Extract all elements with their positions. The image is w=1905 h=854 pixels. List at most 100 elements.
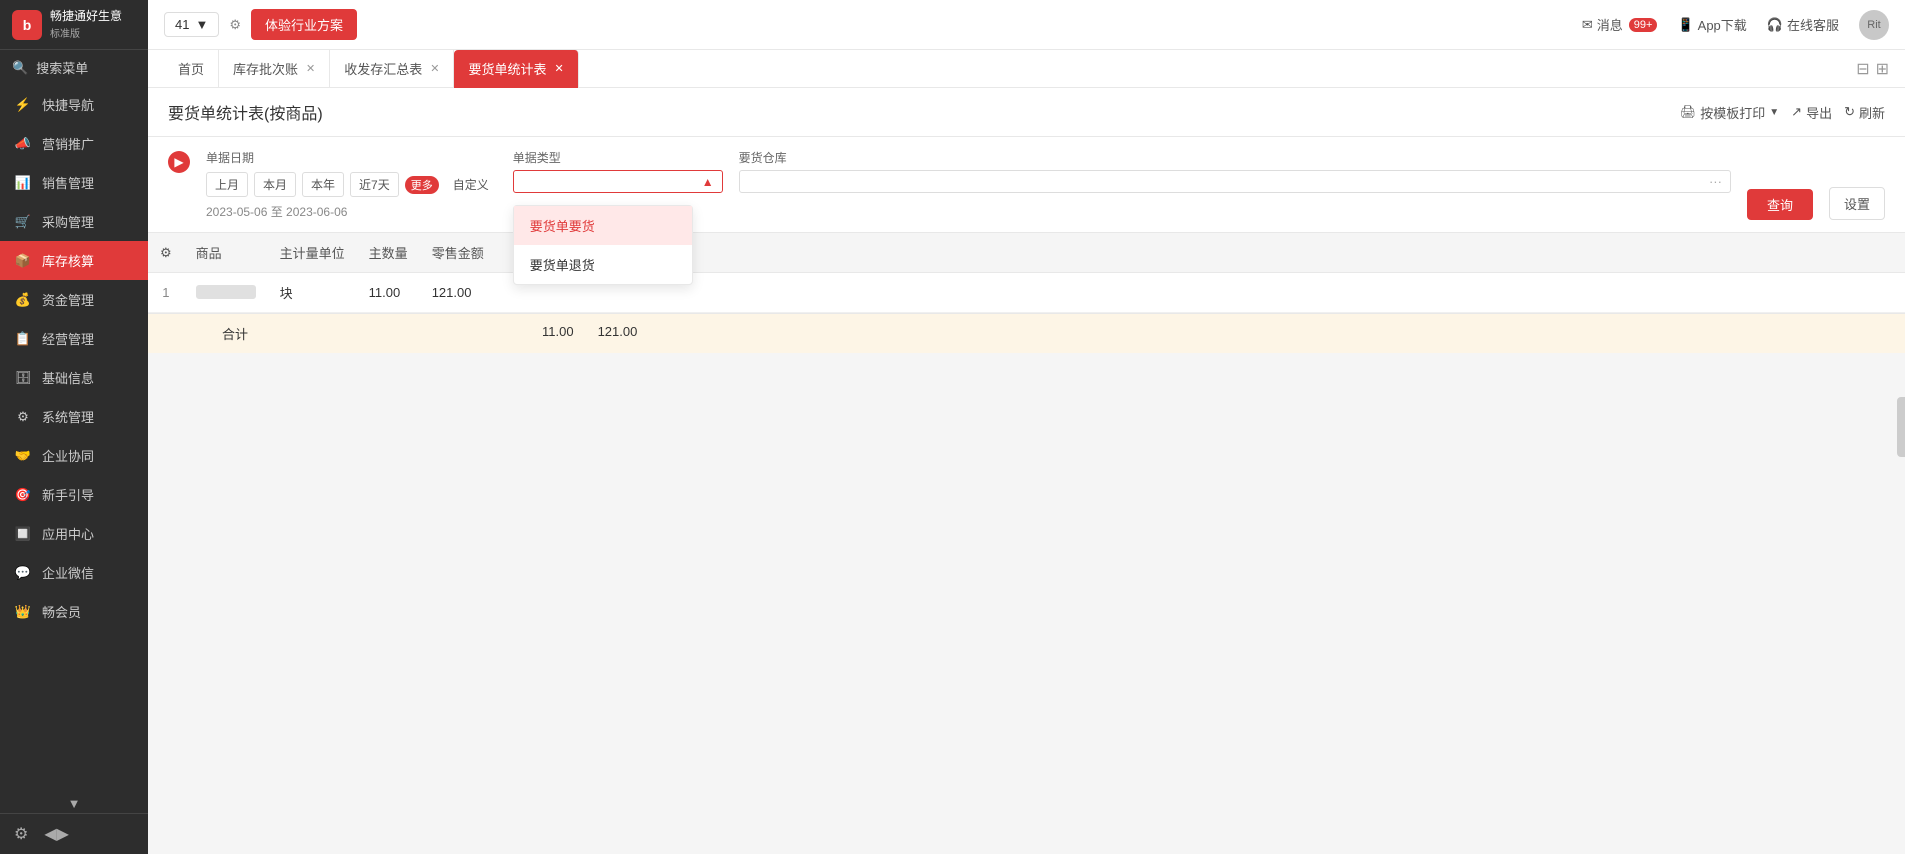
message-label: 消息 [1597, 15, 1623, 34]
tab-batch-account-close[interactable]: ✕ [306, 62, 315, 75]
tab-home[interactable]: 首页 [164, 50, 219, 88]
app-download-label: App下载 [1698, 15, 1747, 34]
tab-receive-summary-close[interactable]: ✕ [430, 62, 439, 75]
print-icon: 🖨 [1680, 104, 1697, 120]
tab-requisition-stats[interactable]: 要货单统计表 ✕ [454, 50, 578, 88]
sidebar-item-quick-nav[interactable]: ⚡ 快捷导航 [0, 85, 148, 124]
sidebar-item-finance[interactable]: 💰 资金管理 [0, 280, 148, 319]
cell-row-num: 1 [148, 273, 184, 313]
sidebar-item-label: 资金管理 [42, 290, 94, 309]
filter-warehouse-input[interactable] [748, 174, 1709, 189]
dropdown-item-1[interactable]: 要货单退货 [514, 245, 692, 284]
filter-expand-button[interactable]: ▶ [168, 151, 190, 173]
filter-type-input-wrap[interactable]: ▲ [513, 170, 723, 193]
print-dropdown-icon: ▼ [1769, 107, 1779, 118]
col-settings[interactable]: ⚙ [148, 233, 184, 273]
table-header: ⚙ 商品 主计量单位 主数量 零售金额 [148, 233, 1905, 273]
filter-this-month[interactable]: 本月 [254, 172, 296, 197]
sidebar-item-purchase[interactable]: 🛒 采购管理 [0, 202, 148, 241]
tabs-actions: ⊟ ⊞ [1856, 59, 1889, 79]
filter-custom-btn[interactable]: 自定义 [445, 173, 497, 196]
col-amount: 零售金额 [420, 233, 496, 273]
print-button[interactable]: 🖨 按模板打印 ▼ [1680, 103, 1779, 122]
sidebar-item-app-center[interactable]: 🔲 应用中心 [0, 514, 148, 553]
dropdown-item-0[interactable]: 要货单要货 [514, 206, 692, 245]
online-service-item[interactable]: 🎧 在线客服 [1767, 15, 1839, 34]
finance-icon: 💰 [14, 291, 32, 309]
refresh-icon: ↻ [1844, 104, 1855, 120]
footer-unit [410, 324, 530, 343]
app-download-item[interactable]: 📱 App下载 [1677, 15, 1746, 34]
logo-icon: b [12, 10, 42, 40]
filter-last-month[interactable]: 上月 [206, 172, 248, 197]
tabs-minimize-icon[interactable]: ⊟ [1856, 59, 1869, 79]
sidebar-item-marketing[interactable]: 📣 营销推广 [0, 124, 148, 163]
cell-extra [496, 273, 1905, 313]
sidebar-nav: ⚡ 快捷导航 📣 营销推广 📊 销售管理 🛒 采购管理 📦 库存核算 💰 资金管… [0, 85, 148, 793]
filter-date-range: 2023-05-06 至 2023-06-06 [206, 203, 497, 220]
user-avatar[interactable]: Rit [1859, 10, 1889, 40]
tab-receive-summary[interactable]: 收发存汇总表 ✕ [330, 50, 454, 88]
dropdown-item-label: 要货单要货 [530, 219, 595, 234]
sidebar-item-label: 畅会员 [42, 602, 81, 621]
filter-warehouse-group: 要货仓库 ··· [739, 149, 1731, 193]
footer-label: 合计 [210, 324, 410, 343]
page-header: 要货单统计表(按商品) 🖨 按模板打印 ▼ ↗ 导出 ↻ 刷新 [148, 88, 1905, 137]
export-icon: ↗ [1791, 104, 1802, 120]
sidebar-item-enterprise[interactable]: 🤝 企业协同 [0, 436, 148, 475]
sidebar-item-label: 企业微信 [42, 563, 94, 582]
message-icon: ✉ [1582, 17, 1593, 33]
right-scroll-handle[interactable] [1897, 397, 1905, 457]
store-selector[interactable]: 41 ▼ [164, 12, 219, 37]
col-quantity: 主数量 [357, 233, 420, 273]
sidebar-item-label: 应用中心 [42, 524, 94, 543]
settings-icon-header[interactable]: ⚙ [229, 17, 241, 33]
col-extra [496, 233, 1905, 273]
basic-info-icon: 🗄 [14, 369, 32, 387]
tabs-expand-icon[interactable]: ⊞ [1876, 59, 1889, 79]
collapse-icon[interactable]: ◀▶ [44, 824, 69, 844]
filter-this-year[interactable]: 本年 [302, 172, 344, 197]
search-menu[interactable]: 🔍 搜索菜单 [0, 50, 148, 85]
query-button[interactable]: 查询 [1747, 189, 1813, 220]
cell-product [184, 273, 268, 313]
trial-button[interactable]: 体验行业方案 [251, 9, 357, 40]
tab-batch-account[interactable]: 库存批次账 ✕ [219, 50, 330, 88]
sidebar-item-basic-info[interactable]: 🗄 基础信息 [0, 358, 148, 397]
sidebar-item-label: 基础信息 [42, 368, 94, 387]
settings-bottom-icon[interactable]: ⚙ [14, 824, 28, 844]
export-button[interactable]: ↗ 导出 [1791, 103, 1832, 122]
sidebar-scroll-down[interactable]: ▼ [0, 793, 148, 813]
marketing-icon: 📣 [14, 135, 32, 153]
filter-warehouse-input-wrap[interactable]: ··· [739, 170, 1731, 193]
sidebar-item-guide[interactable]: 🎯 新手引导 [0, 475, 148, 514]
sidebar-item-system[interactable]: ⚙ 系统管理 [0, 397, 148, 436]
filter-warehouse-dots[interactable]: ··· [1709, 174, 1722, 189]
tab-requisition-stats-close[interactable]: ✕ [555, 62, 564, 75]
settings-button[interactable]: 设置 [1829, 187, 1885, 220]
sidebar-item-label: 新手引导 [42, 485, 94, 504]
filter-warehouse-label: 要货仓库 [739, 149, 1731, 166]
filter-more-badge[interactable]: 更多 [405, 176, 439, 194]
refresh-button[interactable]: ↻ 刷新 [1844, 103, 1885, 122]
sidebar-item-inventory[interactable]: 📦 库存核算 [0, 241, 148, 280]
sidebar-item-sales[interactable]: 📊 销售管理 [0, 163, 148, 202]
filter-type-arrow-icon[interactable]: ▲ [702, 175, 714, 189]
avatar-text: Rit [1867, 19, 1880, 31]
sidebar-item-label: 采购管理 [42, 212, 94, 231]
store-dropdown-icon: ▼ [195, 17, 208, 32]
tab-receive-summary-label: 收发存汇总表 [344, 59, 422, 78]
cell-unit: 块 [268, 273, 357, 313]
service-icon: 🎧 [1767, 17, 1783, 33]
sidebar-item-member[interactable]: 👑 畅会员 [0, 592, 148, 631]
operations-icon: 📋 [14, 330, 32, 348]
filter-type-input[interactable] [522, 174, 702, 189]
header-left: 41 ▼ ⚙ 体验行业方案 [164, 9, 357, 40]
store-name: 41 [175, 17, 189, 32]
sidebar-item-wechat[interactable]: 💬 企业微信 [0, 553, 148, 592]
sidebar-item-label: 库存核算 [42, 251, 94, 270]
footer-quantity: 11.00 [530, 324, 586, 343]
filter-last-7-days[interactable]: 近7天 [350, 172, 399, 197]
message-item[interactable]: ✉ 消息 99+ [1582, 15, 1658, 34]
sidebar-item-operations[interactable]: 📋 经营管理 [0, 319, 148, 358]
